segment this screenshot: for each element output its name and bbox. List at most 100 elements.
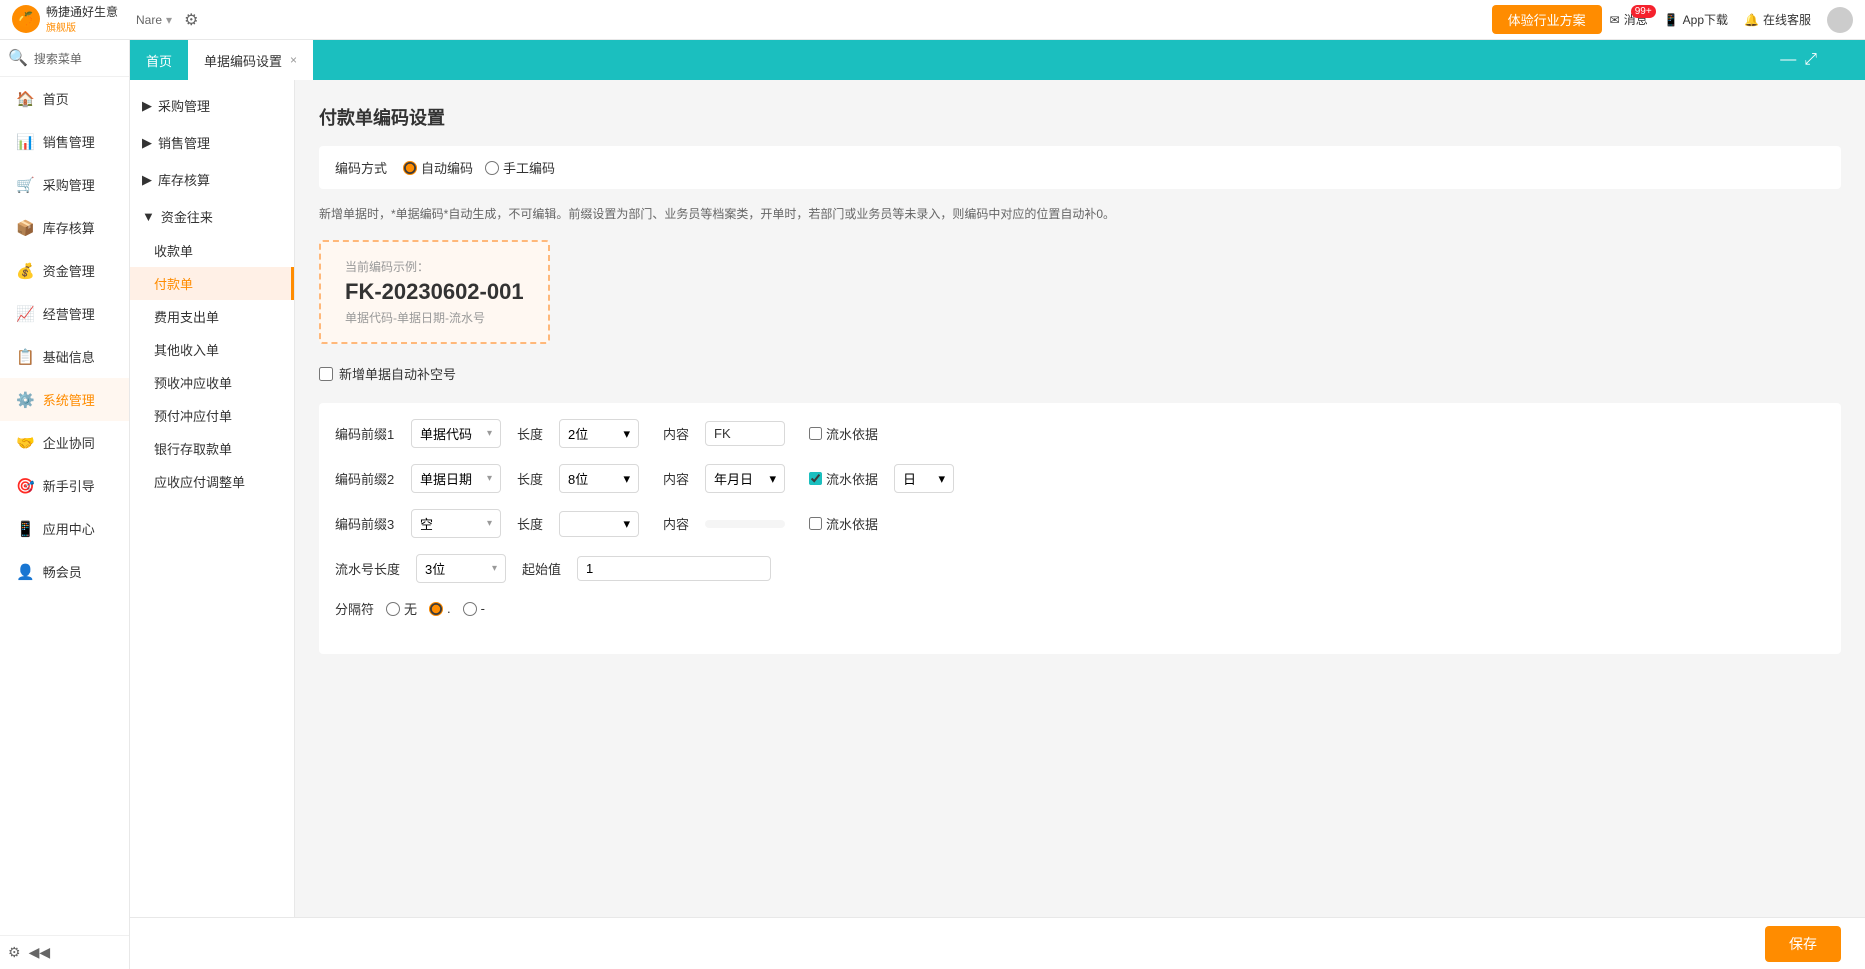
menu-group-label: 库存核算: [158, 170, 210, 189]
sep-none-radio[interactable]: [386, 602, 400, 616]
content-value-3: [705, 520, 785, 528]
sidebar-item-label: 企业协同: [43, 433, 95, 452]
experience-button[interactable]: 体验行业方案: [1492, 5, 1602, 34]
prefix-select-2[interactable]: 单据日期 ▾: [411, 464, 501, 493]
menu-item-expense[interactable]: 费用支出单: [130, 300, 294, 333]
apps-icon: 📱: [16, 520, 35, 538]
length-input-1[interactable]: 2位 ▾: [559, 419, 639, 448]
date-content-select-2[interactable]: 年月日 ▾: [705, 464, 785, 493]
sidebar-item-member[interactable]: 👤 畅会员: [0, 550, 129, 593]
stream-check-2[interactable]: 流水依据: [809, 469, 878, 488]
auto-fill-row: 新增单据自动补空号: [319, 364, 1841, 383]
app-logo-icon: 🍊: [12, 5, 40, 33]
code-method-label: 编码方式: [335, 158, 387, 177]
sidebar-item-guide[interactable]: 🎯 新手引导: [0, 464, 129, 507]
stream-checkbox-2[interactable]: [809, 472, 822, 485]
sep-none-option[interactable]: 无: [386, 599, 417, 618]
operations-icon: 📈: [16, 305, 35, 323]
user-avatar[interactable]: [1827, 7, 1853, 33]
sidebar-item-label: 首页: [43, 89, 69, 108]
prefix-select-1[interactable]: 单据代码 ▾: [411, 419, 501, 448]
menu-item-other-income[interactable]: 其他收入单: [130, 333, 294, 366]
start-value-input[interactable]: [577, 556, 771, 581]
tab-home[interactable]: 首页: [130, 40, 188, 80]
stream-check-1[interactable]: 流水依据: [809, 424, 878, 443]
menu-item-label: 预收冲应收单: [154, 376, 232, 391]
sep-dot-radio[interactable]: [429, 602, 443, 616]
menu-group-title-finance[interactable]: ▼ 资金往来: [130, 199, 294, 234]
length-label-1: 长度: [517, 424, 543, 443]
menu-group-title-inventory[interactable]: ▶ 库存核算: [130, 162, 294, 197]
prefix-label-3: 编码前缀3: [335, 514, 395, 533]
length-input-3[interactable]: ▾: [559, 511, 639, 537]
manual-code-radio[interactable]: [485, 161, 499, 175]
tab-close-icon[interactable]: ×: [290, 53, 297, 67]
length-arrow-1: ▾: [623, 426, 630, 442]
download-icon: 📱: [1664, 13, 1679, 27]
auto-fill-checkbox[interactable]: [319, 367, 333, 381]
manual-code-label: 手工编码: [503, 158, 555, 177]
menu-item-label: 应收应付调整单: [154, 475, 245, 490]
tab-document-code[interactable]: 单据编码设置 ×: [188, 40, 313, 80]
sidebar-item-apps[interactable]: 📱 应用中心: [0, 507, 129, 550]
sidebar-item-operations[interactable]: 📈 经营管理: [0, 292, 129, 335]
sidebar-item-label: 销售管理: [43, 132, 95, 151]
date-unit-value: 日: [903, 469, 916, 488]
stream-checkbox-3[interactable]: [809, 517, 822, 530]
messages-button[interactable]: ✉ 消息 99+: [1610, 11, 1648, 28]
sidebar-item-sales[interactable]: 📊 销售管理: [0, 120, 129, 163]
sidebar-item-basic-info[interactable]: 📋 基础信息: [0, 335, 129, 378]
menu-item-bank-deposit[interactable]: 银行存取款单: [130, 432, 294, 465]
sidebar-item-home[interactable]: 🏠 首页: [0, 77, 129, 120]
sep-dot-option[interactable]: .: [429, 601, 451, 616]
length-arrow-2: ▾: [623, 471, 630, 487]
menu-group-title-purchase[interactable]: ▶ 采购管理: [130, 88, 294, 123]
save-button[interactable]: 保存: [1765, 926, 1841, 962]
form-row-1: 编码前缀1 单据代码 ▾ 长度 2位 ▾ 内容 FK: [335, 419, 1825, 448]
tab-maximize-icon[interactable]: ⤢: [1804, 51, 1817, 69]
sidebar-item-system[interactable]: ⚙️ 系统管理: [0, 378, 129, 421]
sidebar-item-enterprise[interactable]: 🤝 企业协同: [0, 421, 129, 464]
code-method-section: 编码方式 自动编码 手工编码: [319, 146, 1841, 189]
tab-bar-actions: — ⤢: [1780, 51, 1825, 69]
sep-dash-radio[interactable]: [463, 602, 477, 616]
inventory-icon: 📦: [16, 219, 35, 237]
prefix-label-2: 编码前缀2: [335, 469, 395, 488]
sidebar-item-finance[interactable]: 💰 资金管理: [0, 249, 129, 292]
manual-code-option[interactable]: 手工编码: [485, 158, 555, 177]
sidebar-item-purchase[interactable]: 🛒 采购管理: [0, 163, 129, 206]
serial-length-select[interactable]: 3位 ▾: [416, 554, 506, 583]
sidebar-item-label: 应用中心: [43, 519, 95, 538]
menu-item-adjust[interactable]: 应收应付调整单: [130, 465, 294, 498]
settings-icon[interactable]: ⚙: [184, 10, 198, 30]
menu-item-label: 付款单: [154, 277, 193, 292]
top-right-nav: ✉ 消息 99+ 📱 App下载 🔔 在线客服: [1610, 7, 1853, 33]
menu-item-prepay-receivable[interactable]: 预收冲应收单: [130, 366, 294, 399]
menu-item-prepay-payable[interactable]: 预付冲应付单: [130, 399, 294, 432]
menu-item-payment[interactable]: 付款单: [130, 267, 294, 300]
sidebar-item-label: 基础信息: [43, 347, 95, 366]
prefix-select-3[interactable]: 空 ▾: [411, 509, 501, 538]
stream-check-3[interactable]: 流水依据: [809, 514, 878, 533]
length-input-2[interactable]: 8位 ▾: [559, 464, 639, 493]
sidebar-search[interactable]: 🔍 搜索菜单: [0, 40, 129, 77]
auto-code-option[interactable]: 自动编码: [403, 158, 473, 177]
menu-group-title-sales[interactable]: ▶ 销售管理: [130, 125, 294, 160]
tab-bar: 首页 单据编码设置 × — ⤢: [130, 40, 1865, 80]
app-download-button[interactable]: 📱 App下载: [1664, 11, 1728, 28]
menu-group-label: 资金往来: [161, 207, 213, 226]
bottom-bar: 保存: [130, 917, 1865, 969]
sidebar-item-inventory[interactable]: 📦 库存核算: [0, 206, 129, 249]
menu-item-receipt[interactable]: 收款单: [130, 234, 294, 267]
stream-checkbox-1[interactable]: [809, 427, 822, 440]
auto-code-radio[interactable]: [403, 161, 417, 175]
collapse-icon[interactable]: ◀◀: [29, 944, 51, 961]
online-service-button[interactable]: 🔔 在线客服: [1744, 11, 1811, 28]
sep-dash-option[interactable]: -: [463, 601, 485, 616]
date-unit-select[interactable]: 日 ▾: [894, 464, 954, 493]
menu-item-label: 银行存取款单: [154, 442, 232, 457]
tab-minimize-icon[interactable]: —: [1780, 51, 1796, 69]
settings-bottom-icon[interactable]: ⚙: [8, 944, 21, 961]
menu-group-label: 采购管理: [158, 96, 210, 115]
system-icon: ⚙️: [16, 391, 35, 409]
